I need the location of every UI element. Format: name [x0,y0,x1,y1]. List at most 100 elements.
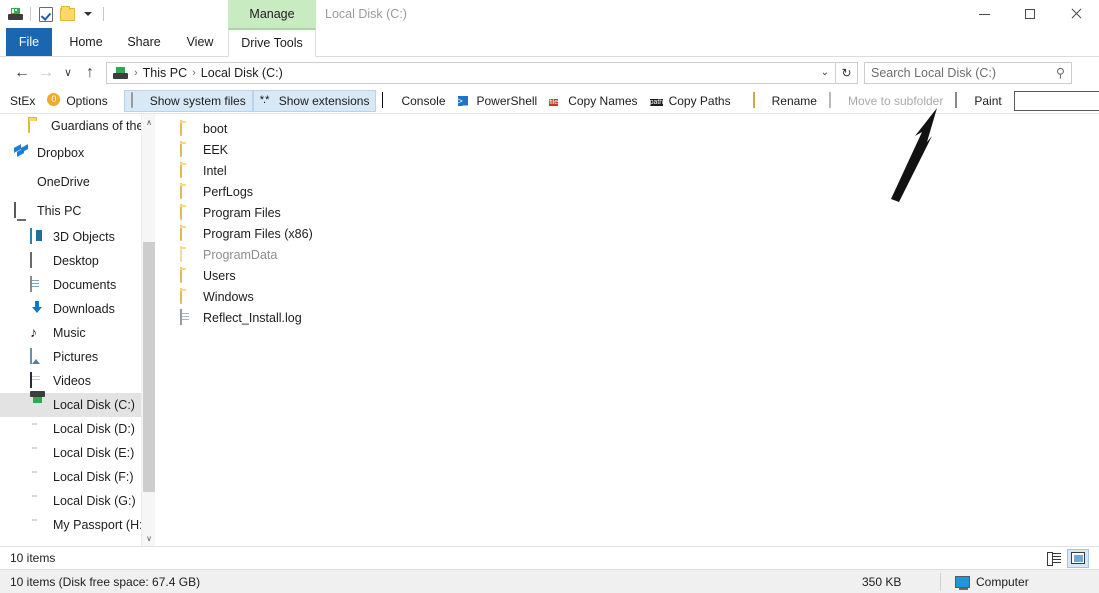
rename-button[interactable]: Rename [747,90,823,112]
console-icon [382,92,398,131]
sidebar-item-local-disk-g[interactable]: Local Disk (G:) [0,489,155,513]
folder-icon [28,117,45,134]
sidebar-item-onedrive[interactable]: OneDrive [0,167,155,196]
sidebar-item-3d-objects[interactable]: 3D Objects [0,225,155,249]
copy-names-button[interactable]: file Copy Names [543,90,643,112]
ribbon-tab-strip: File Home Share View Drive Tools ? [0,28,1099,77]
console-button[interactable]: Console [376,90,451,131]
details-view-button[interactable] [1043,549,1065,568]
file-list-view[interactable]: boot EEK Intel PerfLogs Program Files Pr… [156,114,1099,546]
qat-divider [30,7,31,21]
paint-icon [955,92,970,108]
sidebar-item-this-pc[interactable]: This PC [0,196,155,225]
sidebar-item-label: Local Disk (D:) [53,422,135,436]
folder-icon [180,120,196,136]
console-label: Console [401,93,446,108]
show-extensions-label: Show extensions [278,93,370,108]
large-icons-view-button[interactable] [1067,548,1089,568]
music-icon: ♪ [30,324,37,340]
file-name: boot [203,121,228,136]
new-folder-icon[interactable] [58,5,76,23]
quick-access-toolbar [6,4,107,24]
sidebar-item-local-disk-f[interactable]: Local Disk (F:) [0,465,155,489]
sidebar-item-videos[interactable]: Videos [0,369,155,393]
up-button[interactable]: ↑ [78,61,102,85]
sidebar-item-dropbox[interactable]: Dropbox [0,138,155,167]
folder-icon [180,141,196,157]
search-input[interactable]: Search Local Disk (C:) ⚲ [864,61,1072,84]
tab-view[interactable]: View [176,28,224,56]
table-row[interactable]: Program Files (x86) [156,223,1099,244]
minimize-button[interactable] [961,0,1007,28]
refresh-button[interactable]: ↻ [836,61,858,84]
sidebar-item-pictures[interactable]: Pictures [0,345,155,369]
address-breadcrumb-field[interactable]: › This PC › Local Disk (C:) ⌄ [106,61,836,84]
options-label: Options [66,93,108,108]
recent-locations-button[interactable]: ∨ [58,61,78,85]
sidebar-item-guardians-of-the[interactable]: Guardians of the [0,114,155,138]
sidebar-item-label: Dropbox [37,145,85,160]
sidebar-item-label: Desktop [53,254,99,268]
sidebar-item-desktop[interactable]: Desktop [0,249,155,273]
navigation-pane: Guardians of the Dropbox OneDrive This P… [0,114,155,546]
options-button[interactable]: 0 Options [41,90,113,112]
sidebar-item-local-disk-d[interactable]: Local Disk (D:) [0,417,155,441]
checkbox-icon[interactable] [37,5,55,23]
star-dot-star-icon: *.* [259,94,270,106]
folder-icon [180,204,196,220]
scrollbar-thumb[interactable] [143,242,155,492]
table-row[interactable]: boot [156,118,1099,139]
paint-button[interactable]: Paint [949,90,1007,112]
sidebar-item-downloads[interactable]: Downloads [0,297,155,321]
scroll-up-icon[interactable]: ∧ [142,114,156,130]
table-row[interactable]: EEK [156,139,1099,160]
view-toggle-group [1043,548,1089,568]
this-pc-icon [14,201,31,219]
document-icon [130,92,146,108]
table-row[interactable]: Reflect_Install.log [156,307,1099,328]
title-bar: Manage Local Disk (C:) [0,0,1099,28]
table-row[interactable]: PerfLogs [156,181,1099,202]
sidebar-item-local-disk-e[interactable]: Local Disk (E:) [0,441,155,465]
desktop-icon [30,252,47,269]
copy-paths-label: Copy Paths [668,93,731,108]
file-name: EEK [203,142,229,157]
scroll-down-icon[interactable]: ∨ [142,530,156,546]
back-button[interactable]: ← [10,61,34,85]
sidebar-item-music[interactable]: ♪ Music [0,321,155,345]
customize-dropdown-icon[interactable] [79,5,97,23]
breadcrumb-local-disk-c[interactable]: Local Disk (C:) [198,66,286,80]
tab-drive-tools[interactable]: Drive Tools [228,28,316,57]
tab-share[interactable]: Share [118,28,170,56]
sidebar-item-local-disk-c[interactable]: Local Disk (C:) [0,391,155,417]
tab-home[interactable]: Home [60,28,112,56]
breadcrumb-this-pc[interactable]: This PC [140,66,190,80]
table-row[interactable]: ProgramData [156,244,1099,265]
table-row[interactable]: Users [156,265,1099,286]
sidebar-item-label: Pictures [53,350,99,364]
status-bar-details: 10 items (Disk free space: 67.4 GB) 350 … [0,569,1099,593]
folder-icon [180,267,196,283]
show-extensions-button[interactable]: *.* Show extensions [252,89,377,112]
copy-paths-button[interactable]: path Copy Paths [644,90,737,112]
sidebar-item-documents[interactable]: Documents [0,273,155,297]
powershell-button[interactable]: >_ PowerShell [452,90,544,112]
show-system-files-button[interactable]: Show system files [123,89,253,112]
table-row[interactable]: Program Files [156,202,1099,223]
stexbar-filter-input[interactable] [1013,90,1099,111]
table-row[interactable]: Intel [156,160,1099,181]
file-name: Intel [203,163,227,178]
table-row[interactable]: Windows [156,286,1099,307]
sidebar-item-my-passport-h[interactable]: My Passport (H:) [0,513,155,537]
chevron-down-icon[interactable]: ⌄ [821,67,829,78]
powershell-label: PowerShell [476,93,538,108]
status-location: Computer [955,575,1029,590]
search-icon[interactable]: ⚲ [1056,65,1065,80]
file-name: Users [203,268,236,283]
show-system-files-label: Show system files [149,93,246,108]
navigation-pane-scrollbar[interactable]: ∧ ∨ [141,114,155,546]
drive-properties-icon[interactable] [6,5,24,23]
tab-file[interactable]: File [6,28,52,56]
close-button[interactable] [1053,0,1099,28]
maximize-button[interactable] [1007,0,1053,28]
